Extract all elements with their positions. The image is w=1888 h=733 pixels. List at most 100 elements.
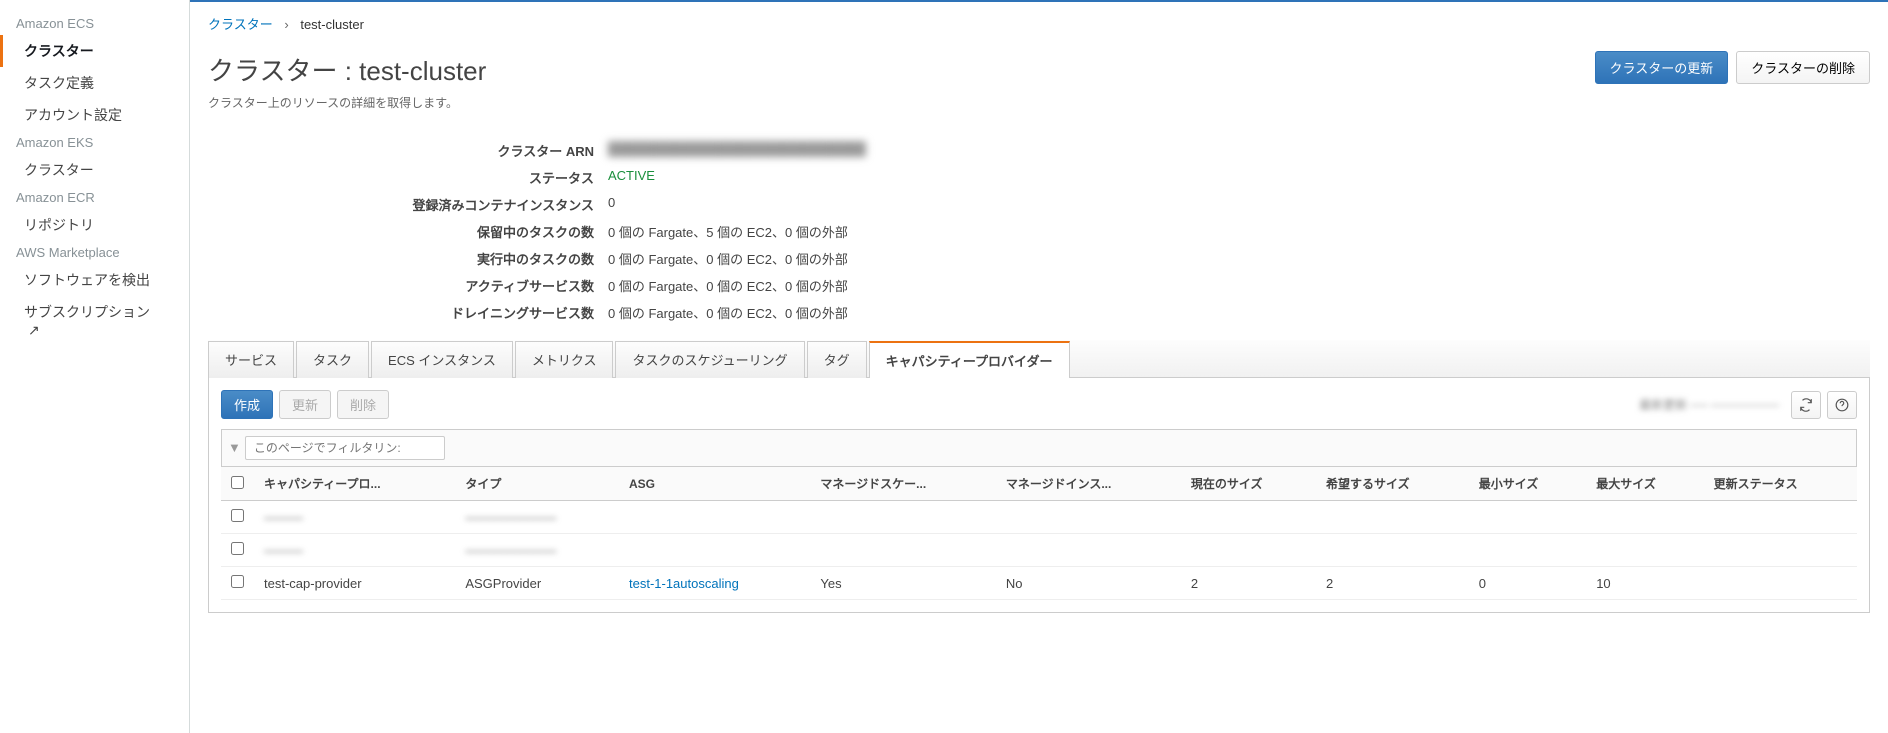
table-row[interactable]: —————————— <box>221 501 1857 534</box>
page-title: クラスター : test-cluster <box>208 51 486 88</box>
select-all-checkbox[interactable] <box>231 476 244 489</box>
table-cell <box>996 534 1181 567</box>
detail-row: 登録済みコンテナインスタンス0 <box>228 195 1870 214</box>
action-buttons: クラスターの更新 クラスターの削除 <box>1595 51 1871 84</box>
column-header[interactable]: 希望するサイズ <box>1316 467 1469 501</box>
detail-value: ████████████████████████████ <box>608 141 866 160</box>
tabs: サービスタスクECS インスタンスメトリクスタスクのスケジューリングタグキャパシ… <box>208 340 1870 378</box>
row-checkbox[interactable] <box>231 509 244 522</box>
breadcrumb: クラスター › test-cluster <box>208 14 1870 33</box>
column-header[interactable]: マネージドスケー... <box>810 467 995 501</box>
table-cell: test-cap-provider <box>254 567 455 600</box>
table-cell: ASGProvider <box>455 567 619 600</box>
breadcrumb-current: test-cluster <box>300 17 364 32</box>
table-body: ————————————————————test-cap-providerASG… <box>221 501 1857 600</box>
detail-row: クラスター ARN████████████████████████████ <box>228 141 1870 160</box>
sidebar-item[interactable]: リポジトリ <box>0 209 189 241</box>
table-cell: ——————— <box>455 501 619 534</box>
table-cell <box>810 501 995 534</box>
sidebar-item[interactable]: タスク定義 <box>0 67 189 99</box>
table-cell: ——— <box>254 534 455 567</box>
tab[interactable]: タグ <box>807 341 867 378</box>
filter-box: ▼ <box>221 429 1857 467</box>
table-cell <box>1316 534 1469 567</box>
detail-row: ドレイニングサービス数0 個の Fargate、0 個の EC2、0 個の外部 <box>228 303 1870 322</box>
row-checkbox-cell <box>221 501 254 534</box>
detail-value: 0 個の Fargate、0 個の EC2、0 個の外部 <box>608 249 848 268</box>
detail-value: 0 <box>608 195 615 214</box>
detail-label: クラスター ARN <box>228 141 608 160</box>
table-cell <box>810 534 995 567</box>
column-header[interactable]: マネージドインス... <box>996 467 1181 501</box>
table-cell: 2 <box>1316 567 1469 600</box>
breadcrumb-root[interactable]: クラスター <box>208 17 273 32</box>
table-header-row: キャパシティープロ...タイプASGマネージドスケー...マネージドインス...… <box>221 467 1857 501</box>
detail-label: 保留中のタスクの数 <box>228 222 608 241</box>
sidebar-item[interactable]: クラスター <box>0 154 189 186</box>
detail-label: アクティブサービス数 <box>228 276 608 295</box>
detail-row: ステータスACTIVE <box>228 168 1870 187</box>
column-header[interactable]: 更新ステータス <box>1704 467 1857 501</box>
tab[interactable]: サービス <box>208 341 294 378</box>
create-button[interactable]: 作成 <box>221 390 273 419</box>
column-header[interactable]: ASG <box>619 467 810 501</box>
table-cell: 0 <box>1469 567 1586 600</box>
table-cell <box>1704 567 1857 600</box>
table-cell <box>1181 501 1316 534</box>
sidebar-item[interactable]: クラスター <box>0 35 189 67</box>
row-checkbox[interactable] <box>231 575 244 588</box>
table-cell <box>1586 501 1703 534</box>
row-checkbox[interactable] <box>231 542 244 555</box>
column-header[interactable]: タイプ <box>455 467 619 501</box>
sidebar-item[interactable]: アカウント設定 <box>0 99 189 131</box>
sidebar-heading[interactable]: Amazon EKS <box>0 131 189 154</box>
table-cell: ——————— <box>455 534 619 567</box>
delete-cluster-button[interactable]: クラスターの削除 <box>1736 51 1870 84</box>
filter-icon: ▼ <box>228 440 241 455</box>
help-icon[interactable] <box>1827 391 1857 419</box>
detail-value: 0 個の Fargate、0 個の EC2、0 個の外部 <box>608 303 848 322</box>
detail-value: ACTIVE <box>608 168 655 187</box>
tab[interactable]: ECS インスタンス <box>371 341 513 378</box>
tab-content: 作成 更新 削除 最新更新 ── ──────── ▼ キ <box>208 378 1870 613</box>
table-row[interactable]: —————————— <box>221 534 1857 567</box>
column-header[interactable]: キャパシティープロ... <box>254 467 455 501</box>
capacity-provider-table: キャパシティープロ...タイプASGマネージドスケー...マネージドインス...… <box>221 467 1857 600</box>
column-header[interactable]: 最小サイズ <box>1469 467 1586 501</box>
table-row[interactable]: test-cap-providerASGProvider test-1-1auto… <box>221 567 1857 600</box>
column-header[interactable]: 現在のサイズ <box>1181 467 1316 501</box>
table-cell <box>1316 501 1469 534</box>
refresh-icon[interactable] <box>1791 391 1821 419</box>
table-cell <box>1704 534 1857 567</box>
detail-label: ドレイニングサービス数 <box>228 303 608 322</box>
tab[interactable]: キャパシティープロバイダー <box>869 341 1070 378</box>
update-button[interactable]: 更新 <box>279 390 331 419</box>
tab[interactable]: タスク <box>296 341 369 378</box>
sidebar-heading[interactable]: Amazon ECR <box>0 186 189 209</box>
breadcrumb-separator: › <box>284 17 288 32</box>
tab[interactable]: メトリクス <box>515 341 614 378</box>
table-cell: test-1-1autoscaling <box>619 567 810 600</box>
table-cell <box>619 534 810 567</box>
sidebar-item[interactable]: ソフトウェアを検出 <box>0 264 189 296</box>
main-content: クラスター › test-cluster クラスター : test-cluste… <box>190 0 1888 733</box>
column-header[interactable]: 最大サイズ <box>1586 467 1703 501</box>
table-cell <box>1704 501 1857 534</box>
table-cell: Yes <box>810 567 995 600</box>
tab[interactable]: タスクのスケジューリング <box>615 341 804 378</box>
detail-value: 0 個の Fargate、0 個の EC2、0 個の外部 <box>608 276 848 295</box>
external-link-icon: ↗ <box>28 322 40 338</box>
select-all-header <box>221 467 254 501</box>
filter-input[interactable] <box>245 436 445 460</box>
table-cell <box>1586 534 1703 567</box>
sidebar-heading[interactable]: Amazon ECS <box>0 12 189 35</box>
subtitle: クラスター上のリソースの詳細を取得します。 <box>208 94 1870 111</box>
table-cell <box>619 501 810 534</box>
table-cell: No <box>996 567 1181 600</box>
delete-button[interactable]: 削除 <box>337 390 389 419</box>
update-cluster-button[interactable]: クラスターの更新 <box>1595 51 1729 84</box>
detail-label: 実行中のタスクの数 <box>228 249 608 268</box>
sidebar-heading[interactable]: AWS Marketplace <box>0 241 189 264</box>
asg-link[interactable]: test-1-1autoscaling <box>629 576 739 591</box>
sidebar-item[interactable]: サブスクリプション↗ <box>0 296 189 345</box>
